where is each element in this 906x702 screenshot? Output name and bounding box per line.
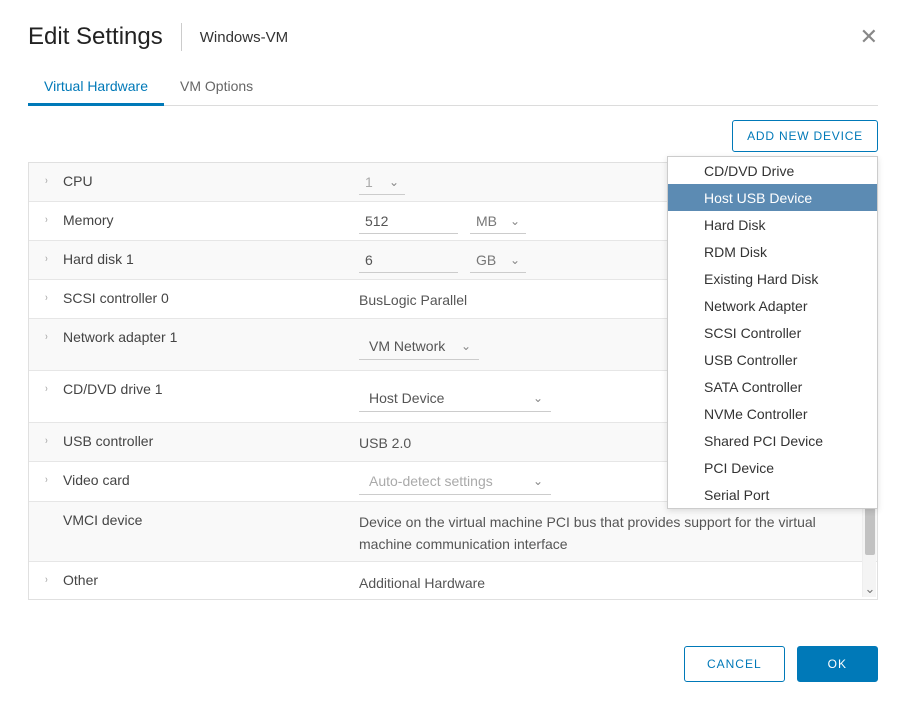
cpu-count-input[interactable]	[359, 170, 405, 195]
memory-size-input[interactable]	[359, 209, 458, 234]
cddvd-device-value: Host Device	[369, 390, 444, 406]
scrollbar-down-arrow-icon[interactable]: ⌄	[863, 581, 877, 597]
label-hard-disk-1: Hard disk 1	[63, 251, 134, 267]
menu-item-serial-port[interactable]: Serial Port	[668, 481, 877, 508]
video-card-select[interactable]: Auto-detect settings ⌄	[359, 468, 551, 495]
tab-bar: Virtual Hardware VM Options	[28, 70, 878, 106]
menu-item-pci-device[interactable]: PCI Device	[668, 454, 877, 481]
vmci-description: Device on the virtual machine PCI bus th…	[359, 502, 877, 561]
label-cd-dvd-drive-1: CD/DVD drive 1	[63, 381, 163, 397]
menu-item-hard-disk[interactable]: Hard Disk	[668, 211, 877, 238]
add-device-dropdown: CD/DVD Drive Host USB Device Hard Disk R…	[667, 156, 878, 509]
chevron-right-icon[interactable]: ›	[45, 214, 55, 226]
menu-item-host-usb-device[interactable]: Host USB Device	[668, 184, 877, 211]
label-other: Other	[63, 572, 98, 588]
cddvd-device-select[interactable]: Host Device ⌄	[359, 385, 551, 412]
tab-vm-options[interactable]: VM Options	[164, 70, 269, 105]
cancel-button[interactable]: CANCEL	[684, 646, 785, 682]
label-usb-controller: USB controller	[63, 433, 153, 449]
label-scsi0: SCSI controller 0	[63, 290, 169, 306]
dialog-footer: CANCEL OK	[28, 626, 878, 682]
chevron-right-icon[interactable]: ›	[45, 435, 55, 447]
label-cpu: CPU	[63, 173, 93, 189]
menu-item-sata-controller[interactable]: SATA Controller	[668, 373, 877, 400]
chevron-right-icon[interactable]: ›	[45, 331, 55, 343]
disk1-unit-select[interactable]: GB ⌄	[470, 248, 526, 273]
menu-item-shared-pci-device[interactable]: Shared PCI Device	[668, 427, 877, 454]
network-adapter-select[interactable]: VM Network ⌄	[359, 333, 479, 360]
dialog-header: Edit Settings Windows-VM ✕	[28, 22, 878, 52]
label-memory: Memory	[63, 212, 114, 228]
disk1-size-input[interactable]	[359, 248, 458, 273]
menu-item-scsi-controller[interactable]: SCSI Controller	[668, 319, 877, 346]
video-card-value: Auto-detect settings	[369, 473, 493, 489]
tab-virtual-hardware[interactable]: Virtual Hardware	[28, 70, 164, 106]
menu-item-nvme-controller[interactable]: NVMe Controller	[668, 400, 877, 427]
add-new-device-button[interactable]: ADD NEW DEVICE	[732, 120, 878, 152]
chevron-right-icon[interactable]: ›	[45, 383, 55, 395]
row-other: › Other Additional Hardware	[29, 562, 877, 600]
ok-button[interactable]: OK	[797, 646, 878, 682]
row-vmci-device: › VMCI device Device on the virtual mach…	[29, 502, 877, 562]
other-value: Additional Hardware	[359, 562, 877, 600]
chevron-right-icon[interactable]: ›	[45, 574, 55, 586]
disk1-unit-label: GB	[476, 252, 496, 268]
menu-item-existing-hard-disk[interactable]: Existing Hard Disk	[668, 265, 877, 292]
label-network-adapter-1: Network adapter 1	[63, 329, 177, 345]
chevron-right-icon[interactable]: ›	[45, 175, 55, 187]
chevron-right-icon[interactable]: ›	[45, 474, 55, 486]
memory-unit-label: MB	[476, 213, 497, 229]
chevron-down-icon: ⌄	[533, 474, 543, 488]
menu-item-cd-dvd-drive[interactable]: CD/DVD Drive	[668, 157, 877, 184]
label-video-card: Video card	[63, 472, 130, 488]
menu-item-usb-controller[interactable]: USB Controller	[668, 346, 877, 373]
label-vmci-device: VMCI device	[63, 512, 142, 528]
network-adapter-value: VM Network	[369, 338, 445, 354]
chevron-down-icon: ⌄	[533, 391, 543, 405]
vm-name: Windows-VM	[182, 29, 288, 46]
chevron-down-icon: ⌄	[461, 339, 471, 353]
chevron-right-icon[interactable]: ›	[45, 292, 55, 304]
dialog-title: Edit Settings	[28, 23, 182, 51]
chevron-down-icon: ⌄	[510, 214, 520, 228]
chevron-right-icon[interactable]: ›	[45, 253, 55, 265]
menu-item-rdm-disk[interactable]: RDM Disk	[668, 238, 877, 265]
menu-item-network-adapter[interactable]: Network Adapter	[668, 292, 877, 319]
close-icon[interactable]: ✕	[860, 22, 878, 52]
memory-unit-select[interactable]: MB ⌄	[470, 209, 526, 234]
edit-settings-dialog: Edit Settings Windows-VM ✕ Virtual Hardw…	[0, 0, 906, 702]
chevron-down-icon: ⌄	[510, 253, 520, 267]
